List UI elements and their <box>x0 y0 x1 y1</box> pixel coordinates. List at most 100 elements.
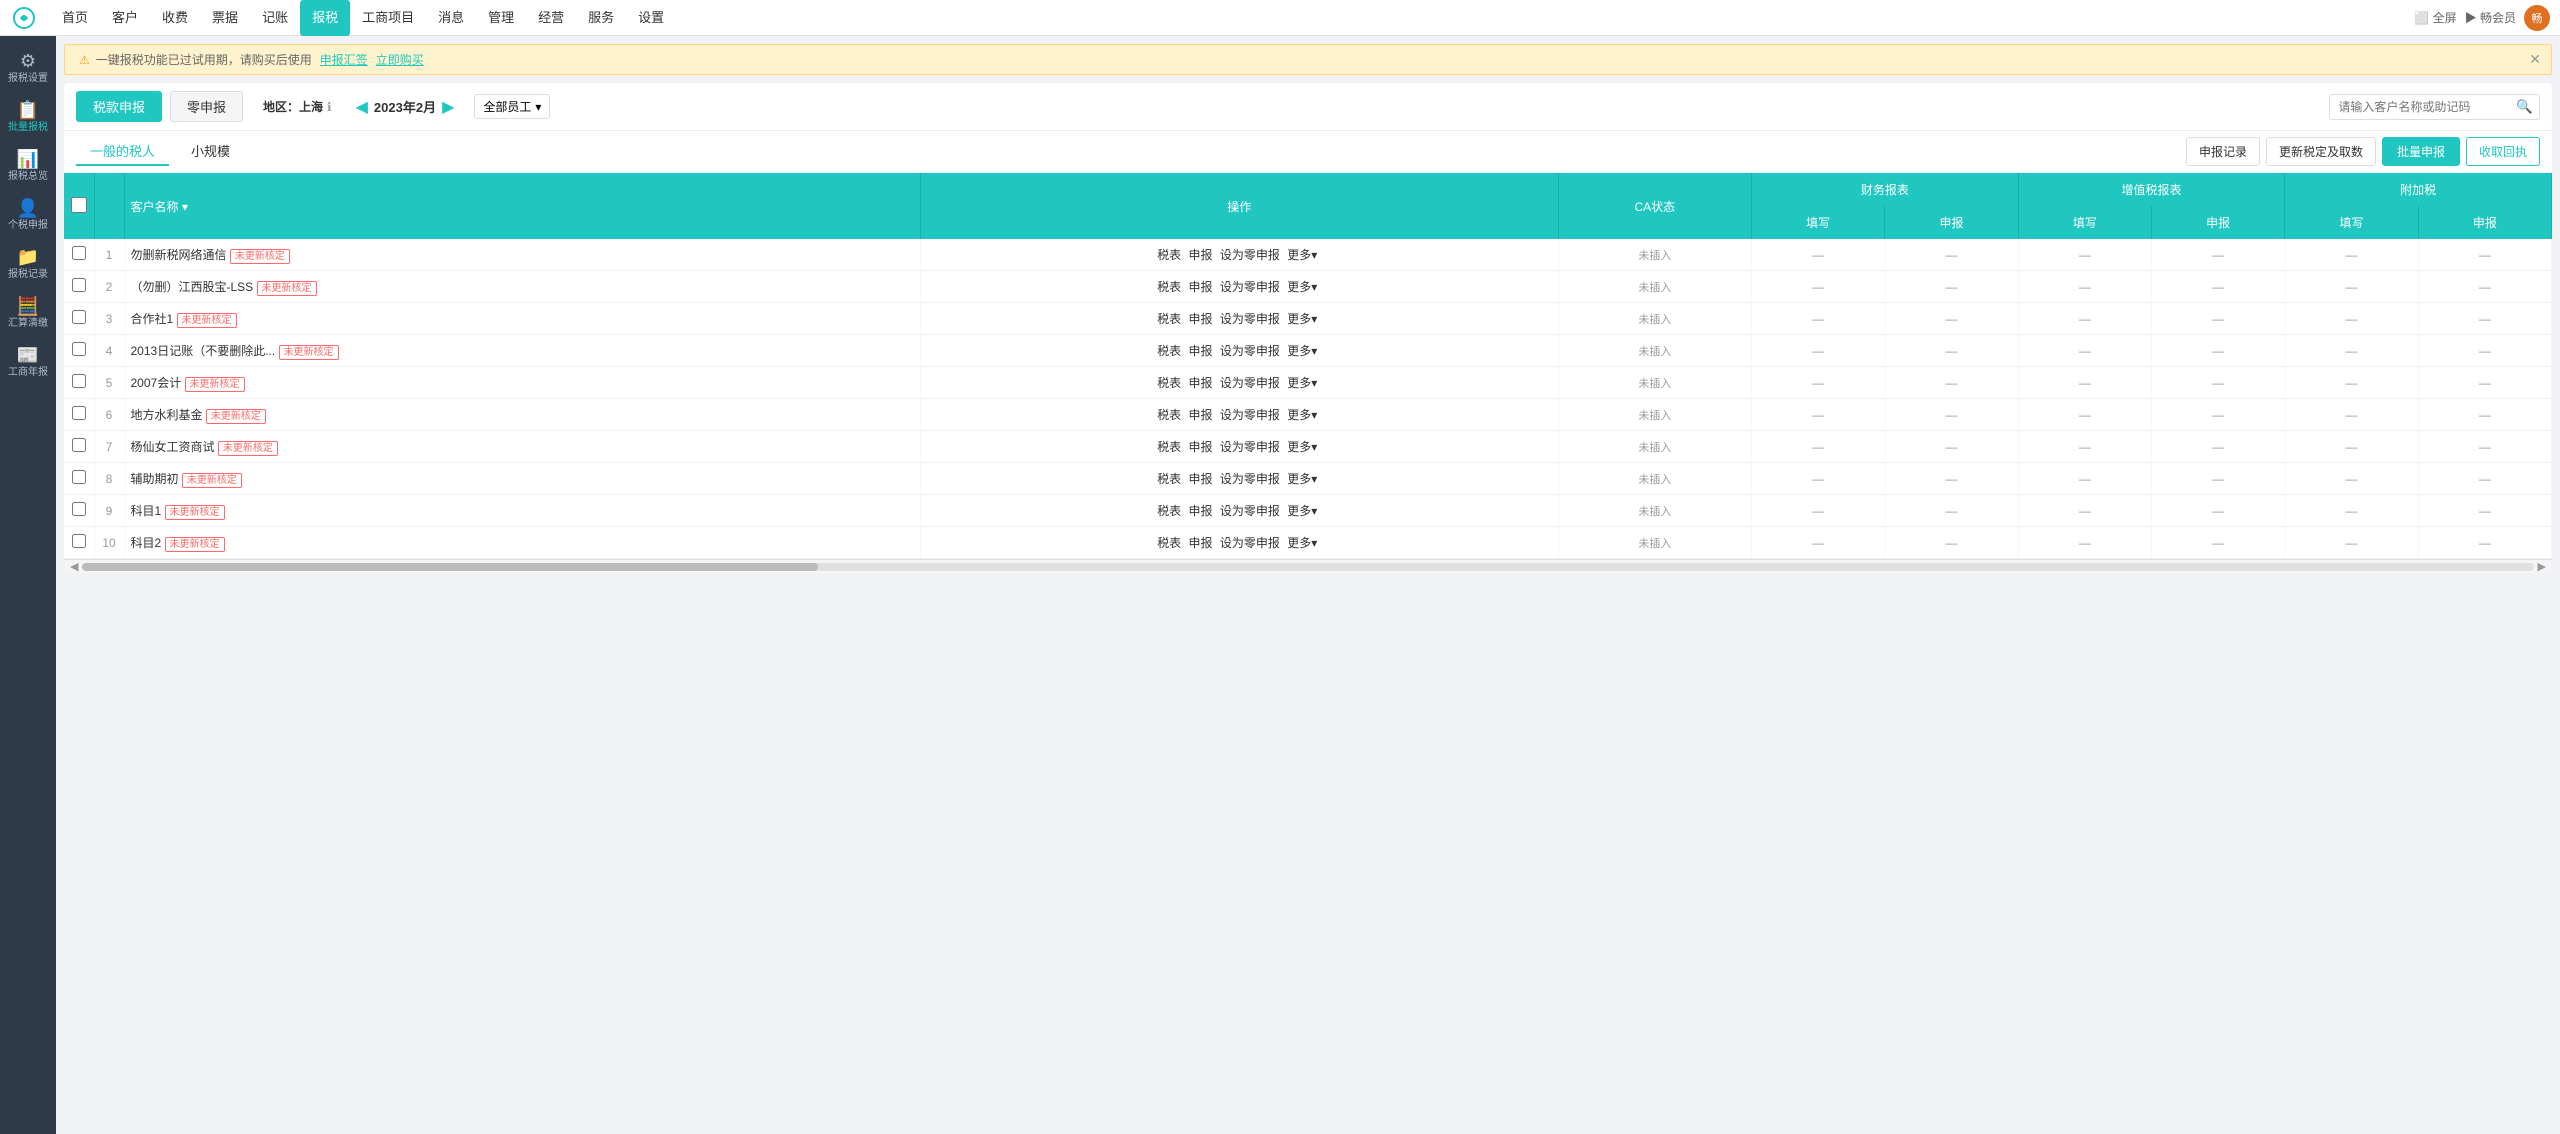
upgrade-btn[interactable]: ▶ 畅会员 <box>2465 9 2516 26</box>
btn-declaration-records[interactable]: 申报记录 <box>2186 137 2260 166</box>
action-tax-form-6[interactable]: 税表 <box>1157 440 1181 454</box>
action-declare-7[interactable]: 申报 <box>1189 472 1213 486</box>
btn-collect-receipt[interactable]: 收取回执 <box>2466 137 2540 166</box>
nav-services[interactable]: 服务 <box>576 0 626 36</box>
row-checkbox-0[interactable] <box>72 246 86 260</box>
action-set-zero-7[interactable]: 设为零申报 <box>1220 472 1280 486</box>
row-checkbox-2[interactable] <box>72 310 86 324</box>
nav-messages[interactable]: 消息 <box>426 0 476 36</box>
sort-icon[interactable]: ▾ <box>182 200 188 214</box>
action-more-6[interactable]: 更多▾ <box>1287 440 1317 454</box>
action-declare-6[interactable]: 申报 <box>1189 440 1213 454</box>
action-tax-form-1[interactable]: 税表 <box>1157 280 1181 294</box>
tag-unset-2: 未更新核定 <box>177 313 237 328</box>
action-set-zero-2[interactable]: 设为零申报 <box>1220 312 1280 326</box>
nav-business-projects[interactable]: 工商项目 <box>350 0 426 36</box>
search-btn[interactable]: 🔍 <box>2510 95 2539 119</box>
action-more-4[interactable]: 更多▾ <box>1287 376 1317 390</box>
nav-invoices[interactable]: 票据 <box>200 0 250 36</box>
action-set-zero-6[interactable]: 设为零申报 <box>1220 440 1280 454</box>
action-set-zero-0[interactable]: 设为零申报 <box>1220 248 1280 262</box>
tab-small-scale[interactable]: 小规模 <box>177 137 244 166</box>
nav-accounting[interactable]: 记账 <box>250 0 300 36</box>
sidebar-item-calculation[interactable]: 🧮 汇算清缴 <box>0 289 56 338</box>
nav-operations[interactable]: 经营 <box>526 0 576 36</box>
action-tax-form-4[interactable]: 税表 <box>1157 376 1181 390</box>
action-more-8[interactable]: 更多▾ <box>1287 504 1317 518</box>
action-declare-1[interactable]: 申报 <box>1189 280 1213 294</box>
action-tax-form-7[interactable]: 税表 <box>1157 472 1181 486</box>
nav-home[interactable]: 首页 <box>50 0 100 36</box>
sidebar-item-annual-report[interactable]: 📰 工商年报 <box>0 338 56 387</box>
row-checkbox-9[interactable] <box>72 534 86 548</box>
scroll-right-btn[interactable]: ▶ <box>2534 560 2550 573</box>
banner-close-btn[interactable]: ✕ <box>2529 51 2541 68</box>
banner-link-report[interactable]: 申报汇签 <box>320 51 368 68</box>
action-declare-5[interactable]: 申报 <box>1189 408 1213 422</box>
nav-settings[interactable]: 设置 <box>626 0 676 36</box>
action-more-2[interactable]: 更多▾ <box>1287 312 1317 326</box>
action-more-1[interactable]: 更多▾ <box>1287 280 1317 294</box>
search-input[interactable] <box>2330 96 2510 118</box>
action-declare-2[interactable]: 申报 <box>1189 312 1213 326</box>
action-set-zero-3[interactable]: 设为零申报 <box>1220 344 1280 358</box>
action-declare-4[interactable]: 申报 <box>1189 376 1213 390</box>
action-more-5[interactable]: 更多▾ <box>1287 408 1317 422</box>
row-checkbox-7[interactable] <box>72 470 86 484</box>
user-avatar[interactable]: 畅 <box>2524 5 2550 31</box>
tab-zero-declaration[interactable]: 零申报 <box>170 91 243 122</box>
horizontal-scrollbar[interactable]: ◀ ▶ <box>64 559 2552 573</box>
tab-general-taxpayer[interactable]: 一般的税人 <box>76 137 169 166</box>
btn-batch-declare[interactable]: 批量申报 <box>2382 137 2460 166</box>
action-set-zero-4[interactable]: 设为零申报 <box>1220 376 1280 390</box>
action-tax-form-0[interactable]: 税表 <box>1157 248 1181 262</box>
nav-management[interactable]: 管理 <box>476 0 526 36</box>
action-set-zero-8[interactable]: 设为零申报 <box>1220 504 1280 518</box>
action-set-zero-5[interactable]: 设为零申报 <box>1220 408 1280 422</box>
action-tax-form-2[interactable]: 税表 <box>1157 312 1181 326</box>
sidebar-item-tax-settings[interactable]: ⚙ 报税设置 <box>0 44 56 93</box>
action-tax-form-3[interactable]: 税表 <box>1157 344 1181 358</box>
action-tax-form-8[interactable]: 税表 <box>1157 504 1181 518</box>
row-checkbox-1[interactable] <box>72 278 86 292</box>
sidebar-item-tax-index[interactable]: 📊 报税总览 <box>0 142 56 191</box>
scroll-left-btn[interactable]: ◀ <box>66 560 82 573</box>
action-declare-3[interactable]: 申报 <box>1189 344 1213 358</box>
sidebar-item-personal-tax[interactable]: 👤 个税申报 <box>0 191 56 240</box>
staff-selector[interactable]: 全部员工 ▾ <box>474 94 550 119</box>
fullscreen-btn[interactable]: ⬜ 全屏 <box>2414 9 2456 26</box>
action-more-9[interactable]: 更多▾ <box>1287 536 1317 550</box>
action-declare-0[interactable]: 申报 <box>1189 248 1213 262</box>
action-declare-8[interactable]: 申报 <box>1189 504 1213 518</box>
tab-tax-declaration[interactable]: 税款申报 <box>76 91 162 122</box>
row-checkbox-8[interactable] <box>72 502 86 516</box>
action-declare-9[interactable]: 申报 <box>1189 536 1213 550</box>
action-set-zero-1[interactable]: 设为零申报 <box>1220 280 1280 294</box>
btn-update-tax-data[interactable]: 更新税定及取数 <box>2266 137 2376 166</box>
action-more-3[interactable]: 更多▾ <box>1287 344 1317 358</box>
scroll-thumb[interactable] <box>82 563 817 571</box>
location-info-icon[interactable]: ℹ <box>327 100 332 114</box>
row-finance-report-4: — <box>1885 367 2018 399</box>
sidebar-item-batch-tax[interactable]: 📋 批量报税 <box>0 93 56 142</box>
banner-link-buy[interactable]: 立即购买 <box>376 51 424 68</box>
row-checkbox-4[interactable] <box>72 374 86 388</box>
row-checkbox-3[interactable] <box>72 342 86 356</box>
action-set-zero-9[interactable]: 设为零申报 <box>1220 536 1280 550</box>
sidebar-item-tax-records[interactable]: 📁 报税记录 <box>0 240 56 289</box>
scroll-track[interactable] <box>82 563 2533 571</box>
row-taxreturn-fill-6: — <box>2018 431 2151 463</box>
action-more-7[interactable]: 更多▾ <box>1287 472 1317 486</box>
prev-month-btn[interactable]: ◀ <box>356 97 368 117</box>
nav-clients[interactable]: 客户 <box>100 0 150 36</box>
nav-billing[interactable]: 收费 <box>150 0 200 36</box>
th-ca-status: CA状态 <box>1558 173 1751 239</box>
action-more-0[interactable]: 更多▾ <box>1287 248 1317 262</box>
action-tax-form-9[interactable]: 税表 <box>1157 536 1181 550</box>
nav-tax[interactable]: 报税 <box>300 0 350 36</box>
next-month-btn[interactable]: ▶ <box>442 97 454 117</box>
select-all-checkbox[interactable] <box>71 197 87 213</box>
row-checkbox-5[interactable] <box>72 406 86 420</box>
action-tax-form-5[interactable]: 税表 <box>1157 408 1181 422</box>
row-checkbox-6[interactable] <box>72 438 86 452</box>
